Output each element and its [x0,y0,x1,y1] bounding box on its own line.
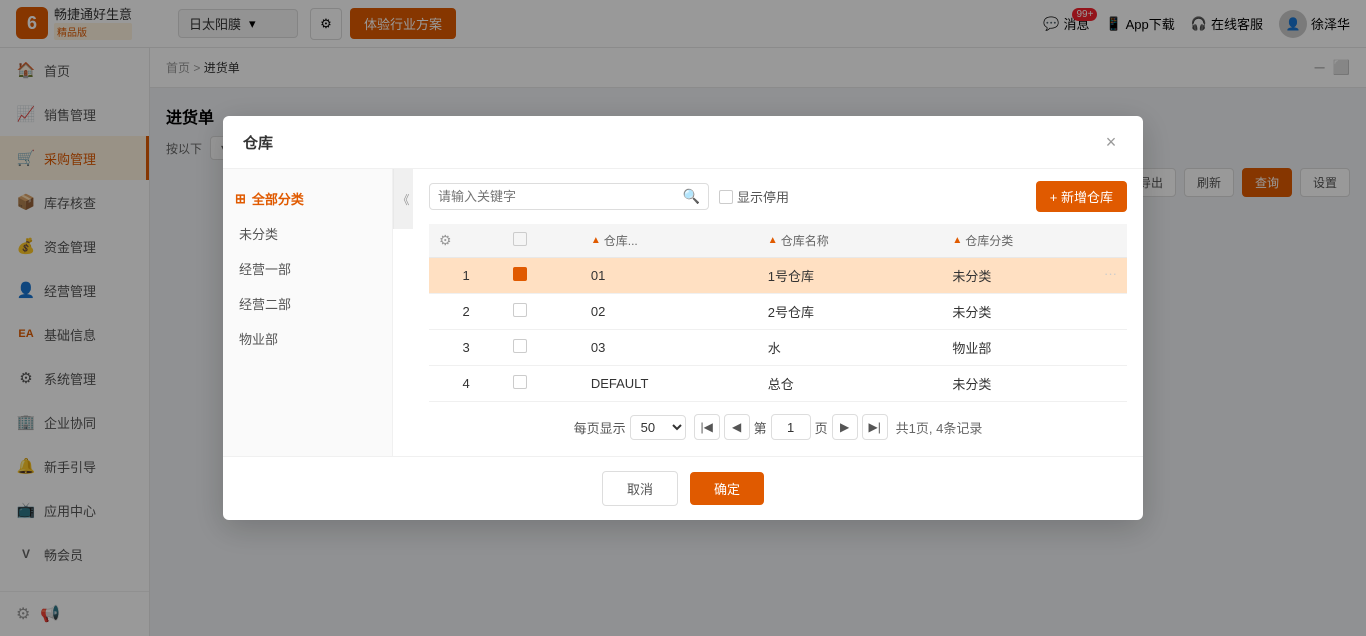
row-name-cell: 水 [758,330,943,366]
add-warehouse-button[interactable]: + 新增仓库 [1036,181,1127,212]
cancel-button[interactable]: 取消 [602,471,678,506]
all-categories-item[interactable]: ⊞ 全部分类 [223,181,392,216]
modal-footer: 取消 确定 [223,456,1143,520]
modal-close-button[interactable]: × [1099,130,1123,154]
table-row[interactable]: 3 03 水 物业部 [429,330,1127,366]
col-category-label: 仓库分类 [965,232,1013,249]
modal-overlay[interactable]: 仓库 × ⊞ 全部分类 未分类 经营一部 经营二部 物业部 《 [0,0,1366,636]
search-input[interactable] [438,189,679,204]
row-num-cell: 3 [429,330,503,366]
row-name-cell: 总仓 [758,366,943,402]
table-row[interactable]: 1 01 1号仓库 未分类 ··· [429,258,1127,294]
col-category-sort-icon: ▲ [952,235,962,246]
col-name-label: 仓库名称 [781,232,829,249]
row-num-cell: 1 [429,258,503,294]
page-size-wrap: 每页显示 50 100 200 [574,415,686,440]
chevron-left-icon: 《 [397,191,409,208]
row-num-cell: 2 [429,294,503,330]
row-code-cell: DEFAULT [581,366,758,402]
show-disabled-checkbox-wrap: 显示停用 [719,187,789,206]
prev-page-button[interactable]: ◀ [724,414,750,440]
show-disabled-label: 显示停用 [737,187,789,206]
page-number-input[interactable] [771,414,811,440]
row-code-cell: 03 [581,330,758,366]
page-nav: |◀ ◀ 第 页 ▶ ▶| [694,414,888,440]
last-page-button[interactable]: ▶| [862,414,888,440]
search-wrap: 🔍 [429,183,709,210]
row-num-cell: 4 [429,366,503,402]
col-code-label: 仓库... [604,232,638,249]
row-name-cell: 2号仓库 [758,294,943,330]
category-item-2[interactable]: 经营一部 [223,251,392,286]
col-category: ▲ 仓库分类 [942,224,1127,258]
row-checkbox[interactable] [513,267,527,281]
col-name: ▲ 仓库名称 [758,224,943,258]
col-code-sort-icon: ▲ [591,235,601,246]
table-area: 🔍 显示停用 + 新增仓库 ⚙ [413,169,1143,456]
row-checkbox[interactable] [513,303,527,317]
row-category-cell: 未分类 ··· [942,258,1127,294]
warehouse-modal: 仓库 × ⊞ 全部分类 未分类 经营一部 经营二部 物业部 《 [223,116,1143,520]
col-code: ▲ 仓库... [581,224,758,258]
category-item-3[interactable]: 经营二部 [223,286,392,321]
row-check-cell [503,294,581,330]
row-code-cell: 02 [581,294,758,330]
page-suffix-label: 页 [815,418,828,437]
row-checkbox[interactable] [513,339,527,353]
col-gear: ⚙ [429,224,503,258]
sidebar-collapse-button[interactable]: 《 [393,169,413,229]
page-prefix-label: 第 [754,418,767,437]
confirm-button[interactable]: 确定 [690,472,764,505]
pagination: 每页显示 50 100 200 |◀ ◀ 第 页 ▶ [429,402,1127,444]
modal-header: 仓库 × [223,116,1143,169]
show-disabled-checkbox[interactable] [719,190,733,204]
category-sidebar: ⊞ 全部分类 未分类 经营一部 经营二部 物业部 [223,169,393,456]
grid-icon: ⊞ [235,191,246,207]
all-categories-label: 全部分类 [252,189,304,208]
total-info: 共1页, 4条记录 [896,418,983,437]
table-row[interactable]: 4 DEFAULT 总仓 未分类 [429,366,1127,402]
modal-body: ⊞ 全部分类 未分类 经营一部 经营二部 物业部 《 🔍 [223,169,1143,456]
table-header-row: ⚙ ▲ 仓库... ▲ 仓库名称 [429,224,1127,258]
warehouse-table: ⚙ ▲ 仓库... ▲ 仓库名称 [429,224,1127,402]
row-code-cell: 01 [581,258,758,294]
row-category-cell: 未分类 [942,366,1127,402]
row-checkbox[interactable] [513,375,527,389]
row-name-cell: 1号仓库 [758,258,943,294]
row-check-cell [503,366,581,402]
select-all-checkbox[interactable] [513,232,527,246]
next-page-button[interactable]: ▶ [832,414,858,440]
row-category-cell: 物业部 [942,330,1127,366]
col-gear-icon[interactable]: ⚙ [439,232,452,248]
col-check [503,224,581,258]
row-category-cell: 未分类 [942,294,1127,330]
first-page-button[interactable]: |◀ [694,414,720,440]
per-page-select[interactable]: 50 100 200 [630,415,686,440]
table-toolbar: 🔍 显示停用 + 新增仓库 [429,181,1127,212]
modal-title: 仓库 [243,132,273,153]
category-item-4[interactable]: 物业部 [223,321,392,356]
row-check-cell [503,258,581,294]
search-icon[interactable]: 🔍 [683,188,700,205]
table-row[interactable]: 2 02 2号仓库 未分类 [429,294,1127,330]
col-name-sort-icon: ▲ [768,235,778,246]
row-check-cell [503,330,581,366]
per-page-label: 每页显示 [574,418,626,437]
category-item-1[interactable]: 未分类 [223,216,392,251]
